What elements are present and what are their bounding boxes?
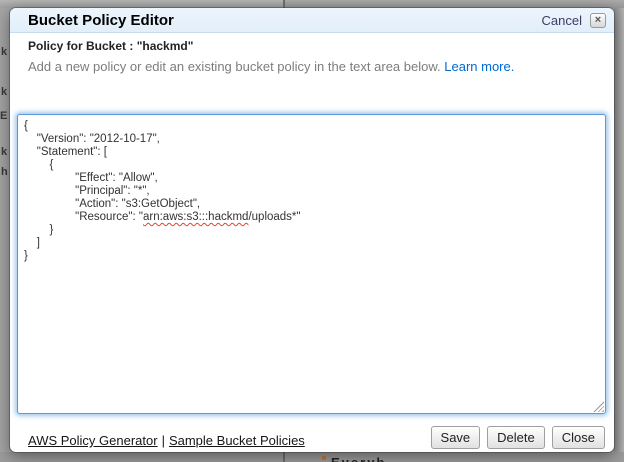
policy-text-segment: /uploads*" [248,211,300,223]
policy-text-segment: "Statement": [ [24,146,107,158]
background-page-top-right [285,0,624,8]
policy-textarea[interactable]: { "Version": "2012-10-17", "Statement": … [17,114,606,414]
policy-line: { [24,159,599,172]
policy-line: } [24,224,599,237]
policy-line: "Principal": "*", [24,185,599,198]
cancel-link[interactable]: Cancel [542,13,582,28]
policy-line: "Effect": "Allow", [24,172,599,185]
sample-bucket-policies-link[interactable]: Sample Bucket Policies [169,433,305,448]
background-artifact [322,456,326,460]
policy-text-segment: } [24,250,28,262]
close-button[interactable]: Close [552,426,605,449]
background-artifact: k [1,46,10,58]
close-icon: × [595,15,601,26]
dialog-close-button[interactable]: × [590,13,606,28]
save-button[interactable]: Save [431,426,481,449]
policy-text-segment: "Action": "s3:GetObject", [24,198,200,210]
policy-line: "Resource": "arn:aws:s3:::hackmd/uploads… [24,211,599,224]
background-artifact: Everyb [331,455,386,462]
policy-text-segment: } [24,224,53,236]
description: Add a new policy or edit an existing buc… [28,59,514,74]
policy-text-segment: { [24,159,53,171]
background-page-right [614,8,624,452]
policy-text-segment: "Effect": "Allow", [24,172,158,184]
background-artifact: h [1,166,10,178]
background-divider-line [283,0,285,8]
learn-more-link[interactable]: Learn more. [444,59,514,74]
policy-line: } [24,250,599,263]
policy-text-segment: "Resource": " [24,211,143,223]
policy-for-bucket-label: Policy for Bucket : "hackmd" [28,39,193,53]
background-page-top [0,0,624,8]
description-text: Add a new policy or edit an existing buc… [28,59,444,74]
background-page-bottom [0,452,624,462]
background-artifact: E [0,110,9,122]
background-divider-line [283,452,285,462]
policy-line: "Statement": [ [24,146,599,159]
bucket-policy-editor-dialog: Bucket Policy Editor Cancel × Policy for… [10,8,614,452]
policy-text: { "Version": "2012-10-17", "Statement": … [18,115,605,413]
policy-text-segment: "Principal": "*", [24,185,150,197]
background-artifact: k [1,146,10,158]
policy-line: "Version": "2012-10-17", [24,133,599,146]
aws-policy-generator-link[interactable]: AWS Policy Generator [28,433,158,448]
footer-links: AWS Policy Generator | Sample Bucket Polic… [28,433,305,448]
policy-line: ] [24,237,599,250]
link-separator: | [162,433,165,448]
footer-buttons: Save Delete Close [431,426,605,449]
policy-text-spellchecked: arn:aws:s3:::hackmd [143,211,248,223]
background-artifact: k [1,86,10,98]
policy-text-segment: "Version": "2012-10-17", [24,133,160,145]
delete-button[interactable]: Delete [487,426,545,449]
policy-line: "Action": "s3:GetObject", [24,198,599,211]
policy-text-segment: { [24,120,28,132]
policy-text-segment: ] [24,237,40,249]
policy-line: { [24,120,599,133]
dialog-header: Bucket Policy Editor Cancel × [10,8,614,33]
dialog-title: Bucket Policy Editor [28,12,174,29]
